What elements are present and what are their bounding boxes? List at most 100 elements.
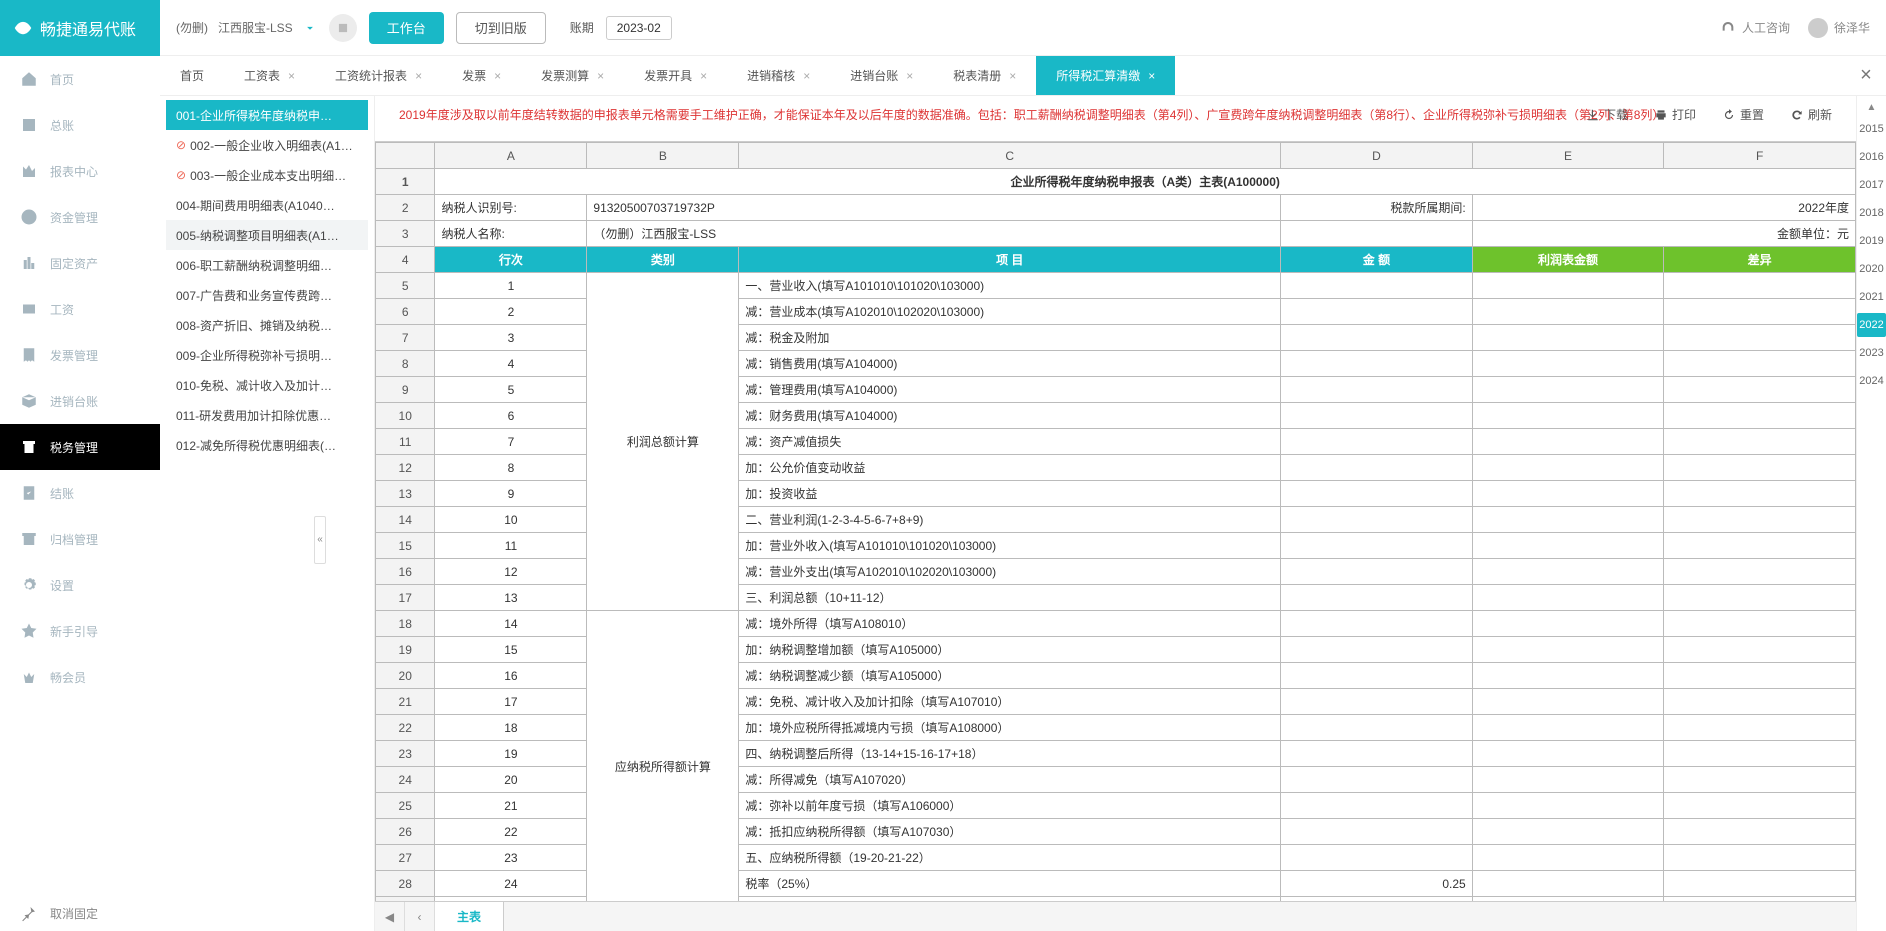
amount-cell[interactable] — [1281, 455, 1473, 481]
col-header-c[interactable]: C — [739, 143, 1281, 169]
diff-cell[interactable] — [1664, 481, 1856, 507]
row-header[interactable]: 6 — [376, 299, 435, 325]
sheet-tab-main[interactable]: 主表 — [435, 902, 504, 931]
nav-item-settings[interactable]: 设置 — [0, 562, 160, 608]
diff-cell[interactable] — [1664, 715, 1856, 741]
row-header[interactable]: 5 — [376, 273, 435, 299]
sheet-pager-first[interactable]: ◀ — [375, 902, 405, 931]
diff-cell[interactable] — [1664, 273, 1856, 299]
tree-item[interactable]: 010-免税、减计收入及加计… — [166, 370, 368, 400]
row-header[interactable]: 15 — [376, 533, 435, 559]
diff-cell[interactable] — [1664, 403, 1856, 429]
print-button[interactable]: 打印 — [1654, 106, 1696, 123]
amount-cell[interactable] — [1281, 611, 1473, 637]
sheet-pager-prev[interactable]: ‹ — [405, 902, 435, 931]
pl-amount-cell[interactable] — [1472, 481, 1664, 507]
tab-close-icon[interactable]: × — [1009, 69, 1016, 83]
workbench-button[interactable]: 工作台 — [369, 12, 444, 44]
diff-cell[interactable] — [1664, 741, 1856, 767]
company-selector[interactable]: (勿删) 江西服宝-LSS — [176, 19, 317, 36]
amount-cell[interactable] — [1281, 793, 1473, 819]
amount-cell[interactable] — [1281, 533, 1473, 559]
row-header[interactable]: 2 — [376, 195, 435, 221]
pl-amount-cell[interactable] — [1472, 377, 1664, 403]
diff-cell[interactable] — [1664, 299, 1856, 325]
amount-cell[interactable] — [1281, 481, 1473, 507]
year-2023[interactable]: 2023 — [1857, 341, 1886, 365]
amount-cell[interactable] — [1281, 819, 1473, 845]
row-header[interactable]: 17 — [376, 585, 435, 611]
amount-cell[interactable] — [1281, 663, 1473, 689]
row-header[interactable]: 22 — [376, 715, 435, 741]
row-header[interactable]: 1 — [376, 169, 435, 195]
col-header-a[interactable]: A — [435, 143, 587, 169]
row-header[interactable]: 10 — [376, 403, 435, 429]
amount-cell[interactable]: 0.25 — [1281, 871, 1473, 897]
pl-amount-cell[interactable] — [1472, 403, 1664, 429]
row-header[interactable]: 27 — [376, 845, 435, 871]
diff-cell[interactable] — [1664, 767, 1856, 793]
tree-item[interactable]: 011-研发费用加计扣除优惠… — [166, 400, 368, 430]
pl-amount-cell[interactable] — [1472, 559, 1664, 585]
pl-amount-cell[interactable] — [1472, 429, 1664, 455]
diff-cell[interactable] — [1664, 663, 1856, 689]
nav-item-salary[interactable]: 工资 — [0, 286, 160, 332]
year-2015[interactable]: 2015 — [1857, 117, 1886, 141]
amount-cell[interactable] — [1281, 637, 1473, 663]
year-2018[interactable]: 2018 — [1857, 201, 1886, 225]
tab-close-icon[interactable]: × — [906, 69, 913, 83]
diff-cell[interactable] — [1664, 819, 1856, 845]
user-menu[interactable]: 徐泽华 — [1808, 18, 1870, 38]
amount-cell[interactable] — [1281, 325, 1473, 351]
tree-item[interactable]: 008-资产折旧、摊销及纳税… — [166, 310, 368, 340]
pl-amount-cell[interactable] — [1472, 507, 1664, 533]
tree-item[interactable]: ⊘003-一般企业成本支出明细… — [166, 160, 368, 190]
amount-cell[interactable] — [1281, 767, 1473, 793]
row-header[interactable]: 14 — [376, 507, 435, 533]
col-header-f[interactable]: F — [1664, 143, 1856, 169]
nav-item-ledger[interactable]: 总账 — [0, 102, 160, 148]
year-2020[interactable]: 2020 — [1857, 257, 1886, 281]
row-header[interactable]: 12 — [376, 455, 435, 481]
row-header[interactable]: 4 — [376, 247, 435, 273]
tree-item[interactable]: 012-减免所得税优惠明细表(… — [166, 430, 368, 460]
tree-item[interactable]: 006-职工薪酬纳税调整明细… — [166, 250, 368, 280]
amount-cell[interactable] — [1281, 299, 1473, 325]
row-header[interactable]: 13 — [376, 481, 435, 507]
year-2024[interactable]: 2024 — [1857, 369, 1886, 393]
diff-cell[interactable] — [1664, 689, 1856, 715]
pl-amount-cell[interactable] — [1472, 637, 1664, 663]
amount-cell[interactable] — [1281, 585, 1473, 611]
col-header-e[interactable]: E — [1472, 143, 1664, 169]
tree-item[interactable]: 009-企业所得税弥补亏损明… — [166, 340, 368, 370]
tab-发票[interactable]: 发票× — [442, 56, 521, 95]
diff-cell[interactable] — [1664, 559, 1856, 585]
tree-item[interactable]: 005-纳税调整项目明细表(A1… — [166, 220, 368, 250]
nav-item-tax[interactable]: 税务管理 — [0, 424, 160, 470]
year-2019[interactable]: 2019 — [1857, 229, 1886, 253]
tab-close-icon[interactable]: × — [494, 69, 501, 83]
diff-cell[interactable] — [1664, 871, 1856, 897]
pl-amount-cell[interactable] — [1472, 767, 1664, 793]
diff-cell[interactable] — [1664, 455, 1856, 481]
amount-cell[interactable] — [1281, 689, 1473, 715]
row-header[interactable]: 26 — [376, 819, 435, 845]
row-header[interactable]: 20 — [376, 663, 435, 689]
pl-amount-cell[interactable] — [1472, 819, 1664, 845]
nav-item-close[interactable]: 结账 — [0, 470, 160, 516]
amount-cell[interactable] — [1281, 429, 1473, 455]
tab-close-icon[interactable]: × — [597, 69, 604, 83]
nav-item-home[interactable]: 首页 — [0, 56, 160, 102]
tabs-close-button[interactable]: × — [1846, 56, 1886, 95]
tab-首页[interactable]: 首页 — [160, 56, 224, 95]
pl-amount-cell[interactable] — [1472, 351, 1664, 377]
diff-cell[interactable] — [1664, 793, 1856, 819]
pl-amount-cell[interactable] — [1472, 273, 1664, 299]
year-2021[interactable]: 2021 — [1857, 285, 1886, 309]
calendar-button[interactable] — [329, 14, 357, 42]
amount-cell[interactable] — [1281, 845, 1473, 871]
nav-item-fund[interactable]: 资金管理 — [0, 194, 160, 240]
year-2017[interactable]: 2017 — [1857, 173, 1886, 197]
spreadsheet[interactable]: A B C D E F 1企业所得税年度纳税申报表（A类）主表(A100000) — [375, 142, 1856, 901]
pl-amount-cell[interactable] — [1472, 871, 1664, 897]
